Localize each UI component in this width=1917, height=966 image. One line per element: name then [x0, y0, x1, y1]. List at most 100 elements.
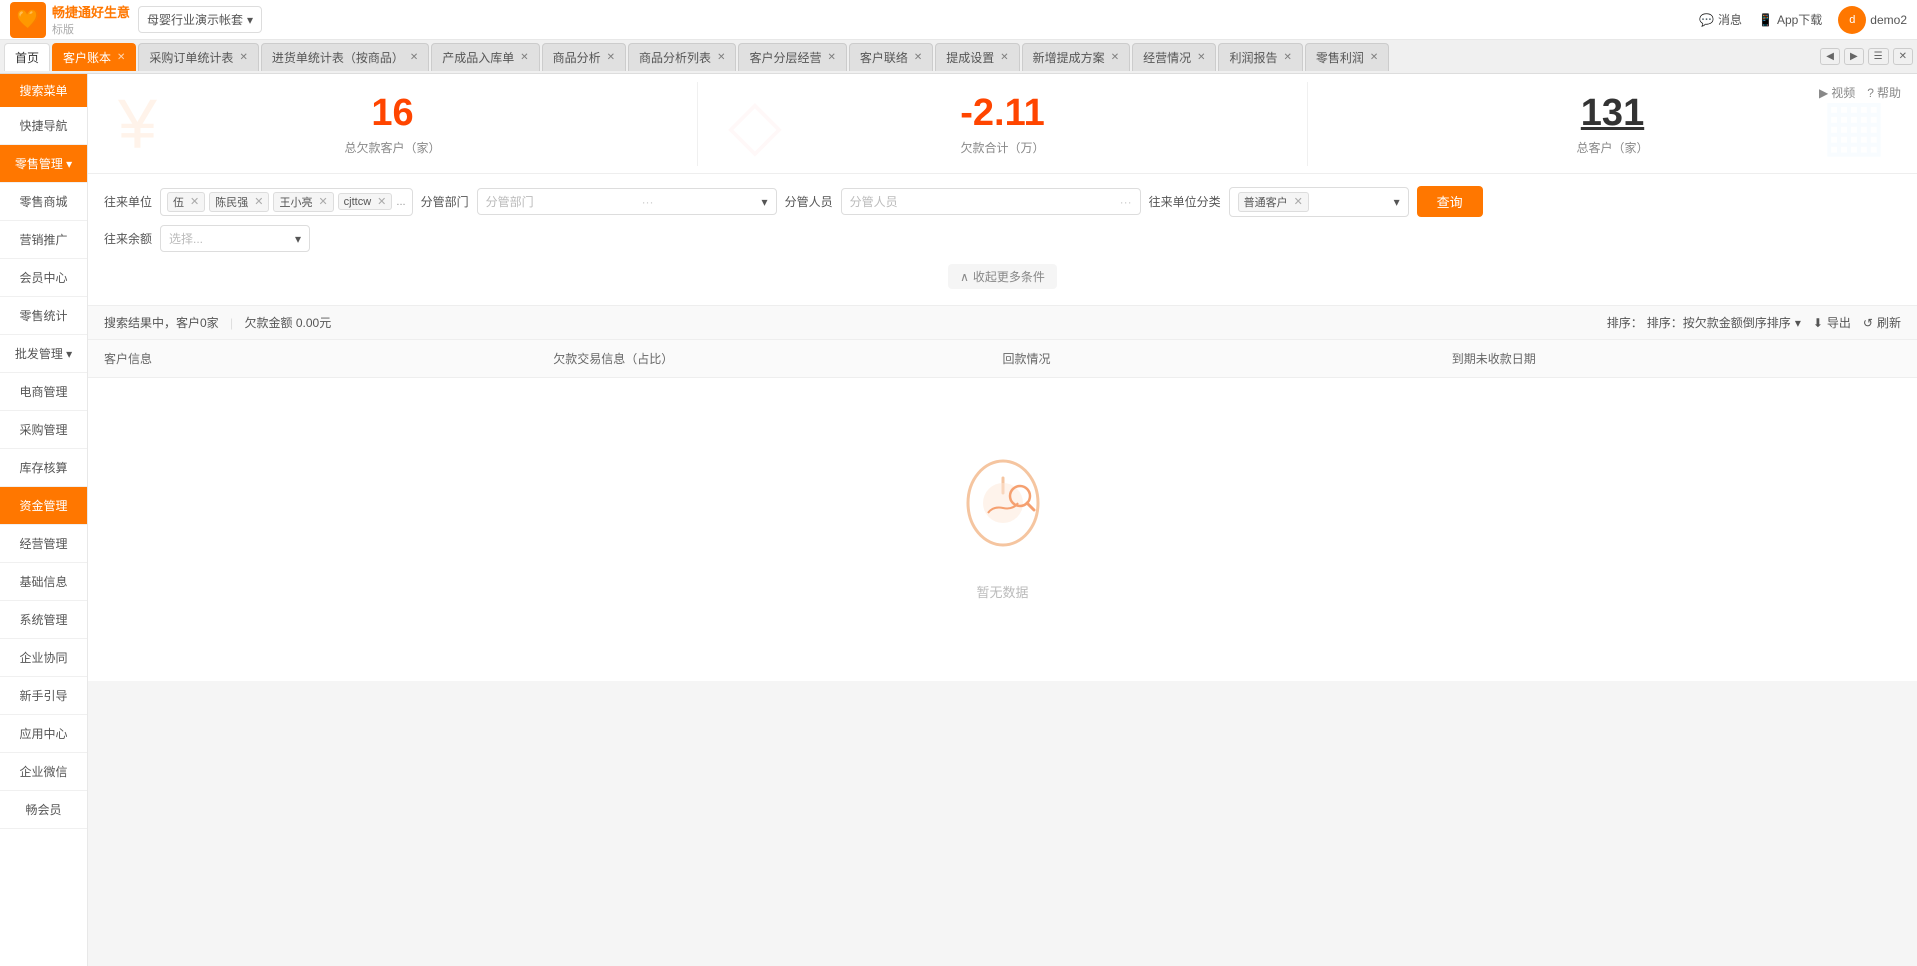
- tab-retail-profit[interactable]: 零售利润 ✕: [1305, 43, 1389, 71]
- sidebar-item-quick-nav[interactable]: 快捷导航: [0, 107, 87, 145]
- tab-close-all-btn[interactable]: ✕: [1893, 48, 1913, 65]
- sidebar-item-finance[interactable]: 资金管理: [0, 487, 87, 525]
- tab-operation[interactable]: 经营情况 ✕: [1132, 43, 1216, 71]
- export-btn[interactable]: ⬇ 导出: [1813, 314, 1851, 331]
- tab-purchase-order[interactable]: 采购订单统计表 ✕: [138, 43, 258, 71]
- filter-balance-select[interactable]: 选择... ▾: [160, 225, 310, 252]
- sidebar-item-marketing[interactable]: 营销推广: [0, 221, 87, 259]
- refresh-btn[interactable]: ↺ 刷新: [1863, 314, 1901, 331]
- close-tab-customer-contact[interactable]: ✕: [914, 52, 922, 63]
- sidebar-item-wholesale-mgmt[interactable]: 批发管理 ▾: [0, 335, 87, 373]
- sort-label: 排序：按欠款金额倒序排序: [1647, 314, 1791, 331]
- sidebar-item-enterprise-wechat[interactable]: 企业微信: [0, 753, 87, 791]
- tab-goods-stats[interactable]: 进货单统计表（按商品） ✕: [261, 43, 429, 71]
- results-count: 搜索结果中，客户0家: [104, 316, 219, 330]
- sidebar-item-retail-stats[interactable]: 零售统计: [0, 297, 87, 335]
- sidebar-item-retail-mall[interactable]: 零售商城: [0, 183, 87, 221]
- sort-select[interactable]: 排序： 排序：按欠款金额倒序排序 ▾: [1607, 314, 1801, 331]
- filter-tag-chenminqiang[interactable]: 陈民强✕: [209, 192, 269, 212]
- user-menu[interactable]: d demo2: [1838, 6, 1907, 34]
- sidebar-item-system-mgmt[interactable]: 系统管理: [0, 601, 87, 639]
- close-tab-goods-stats[interactable]: ✕: [410, 52, 418, 63]
- remove-tag-wu[interactable]: ✕: [190, 195, 199, 208]
- chevron-down-icon: ▾: [247, 13, 253, 27]
- app-download-btn[interactable]: 📱 App下载: [1758, 11, 1822, 28]
- stat-value-customers: 131: [1581, 92, 1644, 135]
- version-selector[interactable]: 母婴行业演示帐套 ▾: [138, 6, 262, 33]
- tab-production[interactable]: 产成品入库单 ✕: [431, 43, 539, 71]
- sidebar-item-retail-mgmt[interactable]: 零售管理 ▾: [0, 145, 87, 183]
- stats-row: ¥ 16 总欠款客户（家） ◇ -2.11 欠款合计（万） ▦ 131 总客户（…: [88, 74, 1917, 174]
- tab-menu-btn[interactable]: ☰: [1868, 48, 1889, 65]
- filter-unit-tags[interactable]: 伍✕ 陈民强✕ 王小亮✕ cjttcw✕ ...: [160, 188, 413, 216]
- tab-next-btn[interactable]: ▶: [1844, 48, 1864, 65]
- tab-product-analysis[interactable]: 商品分析 ✕: [542, 43, 626, 71]
- top-bar-left: 🧡 畅捷通好生意 标版 母婴行业演示帐套 ▾: [10, 2, 262, 38]
- collapse-icon: ∧: [960, 270, 969, 284]
- logo-title: 畅捷通好生意: [52, 2, 130, 21]
- logo-area: 🧡 畅捷通好生意 标版: [10, 2, 130, 38]
- filter-tag-wangxiaoliang[interactable]: 王小亮✕: [273, 192, 333, 212]
- dept-more-icon: ···: [642, 195, 654, 209]
- remove-tag-normal-customer[interactable]: ✕: [1294, 195, 1303, 208]
- close-tab-new-commission[interactable]: ✕: [1111, 52, 1119, 63]
- table-header: 客户信息 欠款交易信息（占比） 回款情况 到期未收款日期: [88, 340, 1917, 378]
- tab-commission-settings[interactable]: 提成设置 ✕: [935, 43, 1019, 71]
- stat-value-debtors: 16: [371, 92, 413, 135]
- stat-label-customers: 总客户（家）: [1576, 139, 1648, 156]
- tab-product-analysis-list[interactable]: 商品分析列表 ✕: [628, 43, 736, 71]
- tab-customer-account[interactable]: 客户账本 ✕: [52, 43, 136, 71]
- close-tab-purchase-order[interactable]: ✕: [239, 52, 247, 63]
- message-btn[interactable]: 💬 消息: [1699, 11, 1742, 28]
- filter-category-select[interactable]: 普通客户✕ ▾: [1229, 187, 1409, 217]
- stat-label-debtors: 总欠款客户（家）: [344, 139, 440, 156]
- sidebar-item-basic-info[interactable]: 基础信息: [0, 563, 87, 601]
- help-btn[interactable]: ? 帮助: [1867, 84, 1901, 101]
- sidebar-item-purchase-mgmt[interactable]: 采购管理: [0, 411, 87, 449]
- close-tab-customer-tier[interactable]: ✕: [827, 52, 835, 63]
- tab-customer-tier[interactable]: 客户分层经营 ✕: [738, 43, 846, 71]
- collapse-btn[interactable]: ∧ 收起更多条件: [948, 264, 1057, 289]
- sidebar-item-app-center[interactable]: 应用中心: [0, 715, 87, 753]
- remove-tag-wangxiaoliang[interactable]: ✕: [318, 195, 327, 208]
- col-header-repay: 回款情况: [1003, 350, 1452, 367]
- sidebar-item-business-mgmt[interactable]: 经营管理: [0, 525, 87, 563]
- tab-home[interactable]: 首页: [4, 43, 50, 71]
- tab-profit-report[interactable]: 利润报告 ✕: [1218, 43, 1302, 71]
- video-icon: ▶: [1819, 86, 1828, 100]
- close-tab-operation[interactable]: ✕: [1197, 52, 1205, 63]
- sidebar-item-enterprise-collab[interactable]: 企业协同: [0, 639, 87, 677]
- filter-tag-normal-customer[interactable]: 普通客户✕: [1238, 192, 1309, 212]
- close-tab-product-analysis[interactable]: ✕: [607, 52, 615, 63]
- query-button[interactable]: 查询: [1417, 186, 1483, 217]
- sidebar-item-inventory[interactable]: 库存核算: [0, 449, 87, 487]
- filter-person-select[interactable]: 分管人员 ···: [841, 188, 1141, 215]
- filter-person-label: 分管人员: [785, 193, 833, 210]
- filter-tag-wu[interactable]: 伍✕: [167, 192, 205, 212]
- remove-tag-chenminqiang[interactable]: ✕: [254, 195, 263, 208]
- sidebar-item-newbie-guide[interactable]: 新手引导: [0, 677, 87, 715]
- close-tab-product-analysis-list[interactable]: ✕: [717, 52, 725, 63]
- close-tab-production[interactable]: ✕: [520, 52, 528, 63]
- remove-tag-cjttcw[interactable]: ✕: [377, 195, 386, 208]
- sidebar-search[interactable]: 搜索菜单: [0, 74, 87, 107]
- sidebar-item-member-center[interactable]: 会员中心: [0, 259, 87, 297]
- logo-sub: 标版: [52, 21, 130, 37]
- tab-bar: 首页 客户账本 ✕ 采购订单统计表 ✕ 进货单统计表（按商品） ✕ 产成品入库单…: [0, 40, 1917, 74]
- sidebar-item-chang-member[interactable]: 畅会员: [0, 791, 87, 829]
- message-icon: 💬: [1699, 13, 1714, 27]
- video-btn[interactable]: ▶ 视频: [1819, 84, 1855, 101]
- filter-dept-select[interactable]: 分管部门 ··· ▾: [477, 188, 777, 215]
- tab-prev-btn[interactable]: ◀: [1820, 48, 1840, 65]
- dept-chevron-icon: ▾: [762, 195, 768, 209]
- close-tab-customer-account[interactable]: ✕: [117, 52, 125, 63]
- filter-tag-cjttcw[interactable]: cjttcw✕: [338, 193, 393, 210]
- empty-icon: [958, 458, 1048, 570]
- sidebar-item-ecommerce[interactable]: 电商管理: [0, 373, 87, 411]
- close-tab-profit-report[interactable]: ✕: [1284, 52, 1292, 63]
- close-tab-commission-settings[interactable]: ✕: [1000, 52, 1008, 63]
- close-tab-retail-profit[interactable]: ✕: [1370, 52, 1378, 63]
- tab-customer-contact[interactable]: 客户联络 ✕: [849, 43, 933, 71]
- filter-more-tags[interactable]: ...: [396, 196, 405, 208]
- tab-new-commission[interactable]: 新增提成方案 ✕: [1022, 43, 1130, 71]
